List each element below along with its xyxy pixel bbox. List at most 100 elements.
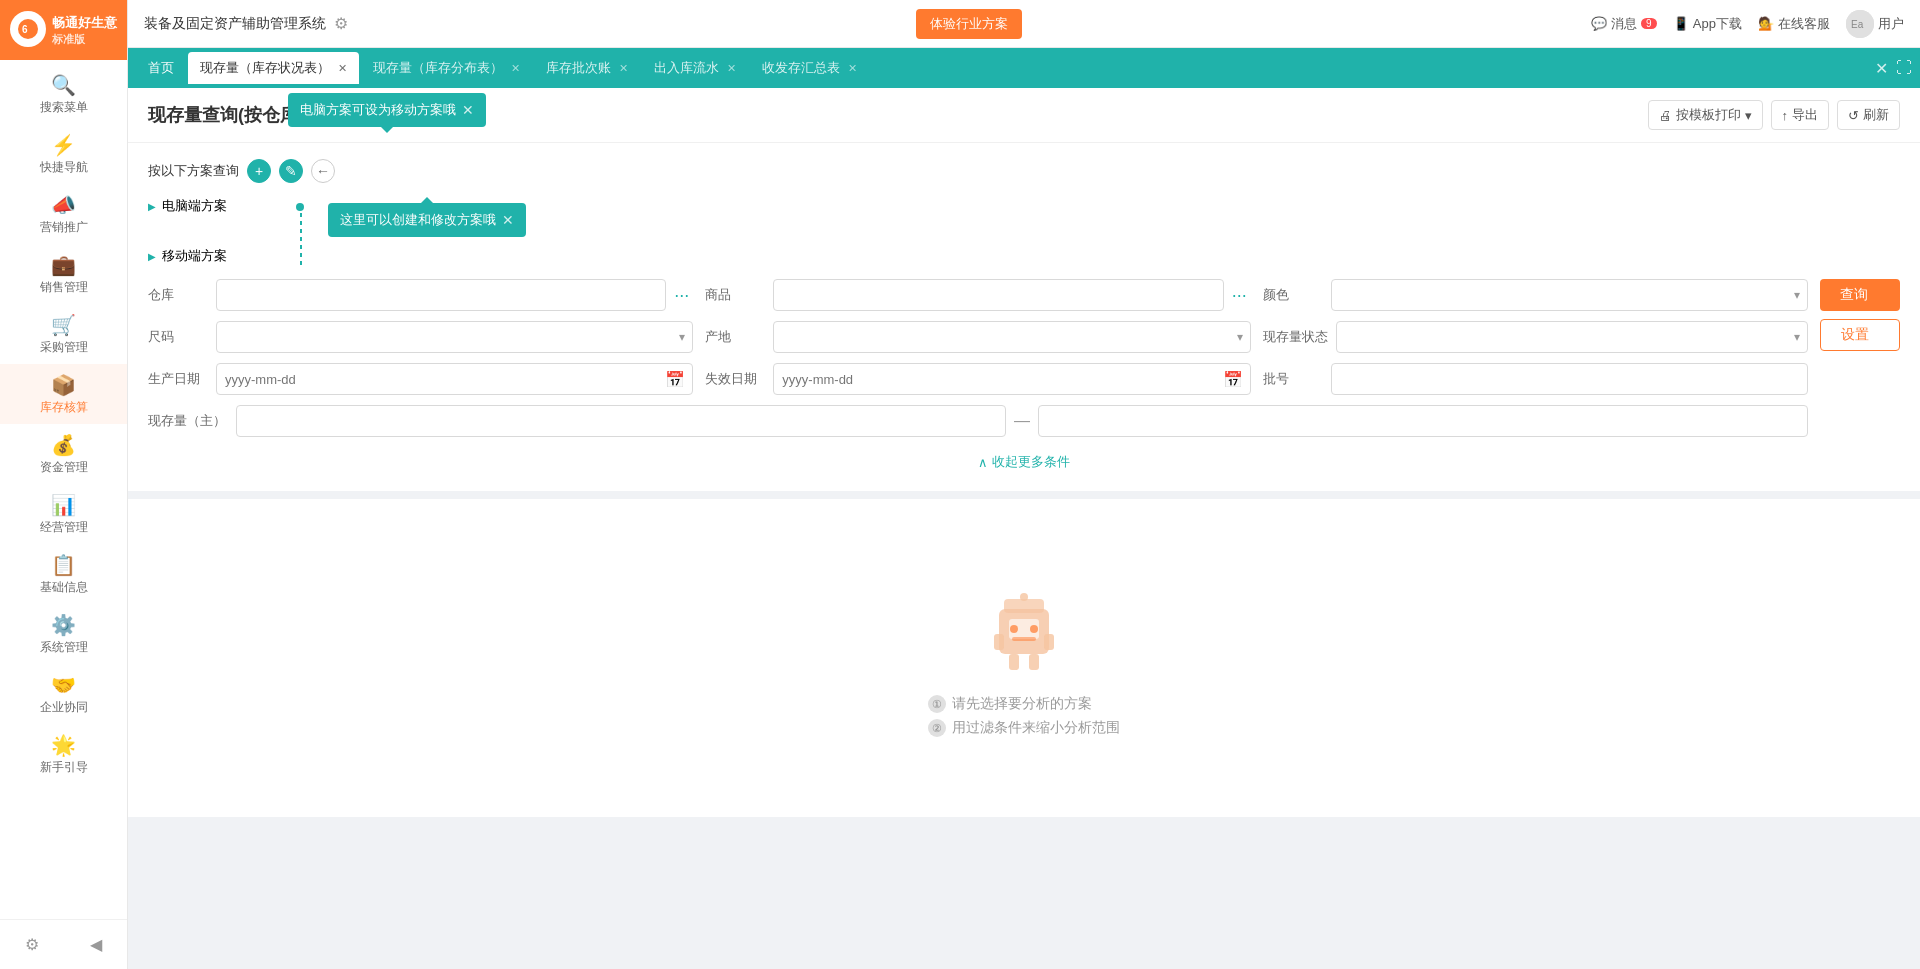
warehouse-more-icon[interactable]: ···: [670, 285, 693, 306]
popover2-close-icon[interactable]: ✕: [502, 212, 514, 228]
sidebar-item-purchase[interactable]: 🛒 采购管理: [0, 304, 127, 364]
sidebar-item-quicknav[interactable]: ⚡ 快捷导航: [0, 124, 127, 184]
svg-point-7: [1030, 625, 1038, 633]
sidebar-item-finance[interactable]: 💰 资金管理: [0, 424, 127, 484]
empty-state: ① 请先选择要分析的方案 ② 用过滤条件来缩小分析范围: [128, 499, 1920, 817]
filter-field-exp-date: 失效日期 📅: [705, 363, 1250, 395]
app-download-button[interactable]: 📱 App下载: [1673, 15, 1742, 33]
sidebar-item-label: 搜索菜单: [40, 99, 88, 116]
sidebar-nav: 🔍 搜索菜单 ⚡ 快捷导航 📣 营销推广 💼 销售管理 🛒 采购管理 📦 库存核…: [0, 60, 127, 919]
filter-field-size: 尺码 ▾: [148, 321, 693, 353]
stock-qty-to-input[interactable]: [1038, 405, 1808, 437]
prod-date-from-input[interactable]: [216, 363, 693, 395]
reset-button[interactable]: 设置: [1820, 319, 1900, 351]
sidebar-collapse-btn[interactable]: ◀: [90, 935, 102, 954]
sidebar: 6 畅通好生意 标准版 🔍 搜索菜单 ⚡ 快捷导航 📣 营销推广 💼 销售管理 …: [0, 0, 128, 969]
filter-row-1: 仓库 ··· 商品 ···: [148, 279, 1808, 311]
page-actions: 🖨 按模板打印 ▾ ↑ 导出 ↺ 刷新: [1648, 100, 1901, 130]
filter-content: 仓库 ··· 商品 ···: [148, 279, 1900, 445]
product-input[interactable]: [773, 279, 1223, 311]
tab-close-icon[interactable]: ✕: [727, 62, 736, 75]
stock-status-label: 现存量状态: [1263, 328, 1328, 346]
add-filter-btn[interactable]: +: [247, 159, 271, 183]
tree-item-mobile[interactable]: ▶ 移动端方案: [148, 245, 1900, 267]
print-button[interactable]: 🖨 按模板打印 ▾: [1648, 100, 1763, 130]
sidebar-item-basic-info[interactable]: 📋 基础信息: [0, 544, 127, 604]
stock-qty-label: 现存量（主）: [148, 412, 228, 430]
stock-qty-from-input[interactable]: [236, 405, 1006, 437]
tab-inventory-dist[interactable]: 现存量（库存分布表） ✕: [361, 52, 532, 84]
export-icon: ↑: [1782, 108, 1789, 123]
exp-date-label: 失效日期: [705, 370, 765, 388]
collapse-bar[interactable]: ∧ 收起更多条件: [148, 445, 1900, 475]
tab-close-icon[interactable]: ✕: [338, 62, 347, 75]
online-service-button[interactable]: 💁 在线客服: [1758, 15, 1830, 33]
topbar-left: 装备及固定资产辅助管理系统 ⚙: [144, 14, 348, 33]
tab-inventory-dist-label: 现存量（库存分布表）: [373, 59, 503, 77]
refresh-button[interactable]: ↺ 刷新: [1837, 100, 1900, 130]
sidebar-item-collab[interactable]: 🤝 企业协同: [0, 664, 127, 724]
tab-inventory-status-label: 现存量（库存状况表）: [200, 59, 330, 77]
svg-rect-8: [1012, 637, 1036, 641]
product-label: 商品: [705, 286, 765, 304]
sales-icon: 💼: [51, 253, 76, 277]
sidebar-item-operations[interactable]: 📊 经营管理: [0, 484, 127, 544]
svg-rect-9: [994, 634, 1004, 650]
warehouse-input[interactable]: [216, 279, 666, 311]
tab-summary[interactable]: 收发存汇总表 ✕: [750, 52, 869, 84]
size-select[interactable]: [216, 321, 693, 353]
sidebar-item-label: 营销推广: [40, 219, 88, 236]
user-avatar: Ea: [1846, 10, 1874, 38]
popover-close-icon[interactable]: ✕: [462, 102, 474, 118]
empty-hint-text-2: 用过滤条件来缩小分析范围: [952, 719, 1120, 737]
tab-close-icon[interactable]: ✕: [619, 62, 628, 75]
back-filter-btn[interactable]: ←: [311, 159, 335, 183]
industry-plan-button[interactable]: 体验行业方案: [916, 9, 1022, 39]
product-more-icon[interactable]: ···: [1228, 285, 1251, 306]
popover2-text: 这里可以创建和修改方案哦: [340, 211, 496, 229]
edit-filter-btn[interactable]: ✎: [279, 159, 303, 183]
tab-inout-flow[interactable]: 出入库流水 ✕: [642, 52, 748, 84]
phone-icon: 📱: [1673, 16, 1689, 31]
origin-select[interactable]: [773, 321, 1250, 353]
batch-input[interactable]: [1331, 363, 1808, 395]
export-label: 导出: [1792, 106, 1818, 124]
basicinfo-icon: 📋: [51, 553, 76, 577]
svg-rect-13: [1004, 599, 1044, 613]
messages-button[interactable]: 💬 消息 9: [1591, 15, 1657, 33]
exp-date-from-input[interactable]: [773, 363, 1250, 395]
tab-home[interactable]: 首页: [136, 52, 186, 84]
tree-item-mobile-label: 移动端方案: [162, 247, 227, 265]
sidebar-item-inventory[interactable]: 📦 库存核算: [0, 364, 127, 424]
collab-icon: 🤝: [51, 673, 76, 697]
filter-section: 按以下方案查询 + ✎ ← 电脑方案可设为移动方案哦 ✕ 这里可以创建和修改方案…: [128, 143, 1920, 491]
sidebar-settings-btn[interactable]: ⚙: [25, 935, 39, 954]
collapse-text: 收起更多条件: [992, 453, 1070, 471]
export-button[interactable]: ↑ 导出: [1771, 100, 1830, 130]
tab-close-icon[interactable]: ✕: [848, 62, 857, 75]
filter-field-prod-date: 生产日期 📅: [148, 363, 693, 395]
warehouse-label: 仓库: [148, 286, 208, 304]
tab-batch-account[interactable]: 库存批次账 ✕: [534, 52, 640, 84]
tab-inventory-status[interactable]: 现存量（库存状况表） ✕: [188, 52, 359, 84]
sidebar-item-sales[interactable]: 💼 销售管理: [0, 244, 127, 304]
operations-icon: 📊: [51, 493, 76, 517]
user-profile-button[interactable]: Ea 用户: [1846, 10, 1904, 38]
stock-status-select[interactable]: [1336, 321, 1808, 353]
color-select[interactable]: [1331, 279, 1808, 311]
tab-home-label: 首页: [148, 59, 174, 77]
search-menu-icon: 🔍: [51, 73, 76, 97]
newbie-icon: 🌟: [51, 733, 76, 757]
tabs-close-all-icon[interactable]: ✕: [1875, 59, 1888, 78]
prod-date-label: 生产日期: [148, 370, 208, 388]
settings-icon[interactable]: ⚙: [334, 14, 348, 33]
search-button[interactable]: 查询: [1820, 279, 1900, 311]
sidebar-item-newbie[interactable]: 🌟 新手引导: [0, 724, 127, 784]
online-service-label: 在线客服: [1778, 15, 1830, 33]
empty-illustration: [974, 579, 1074, 679]
tab-close-icon[interactable]: ✕: [511, 62, 520, 75]
sidebar-item-marketing[interactable]: 📣 营销推广: [0, 184, 127, 244]
sidebar-item-system[interactable]: ⚙️ 系统管理: [0, 604, 127, 664]
tabs-fullscreen-icon[interactable]: ⛶: [1896, 59, 1912, 78]
sidebar-item-search[interactable]: 🔍 搜索菜单: [0, 64, 127, 124]
